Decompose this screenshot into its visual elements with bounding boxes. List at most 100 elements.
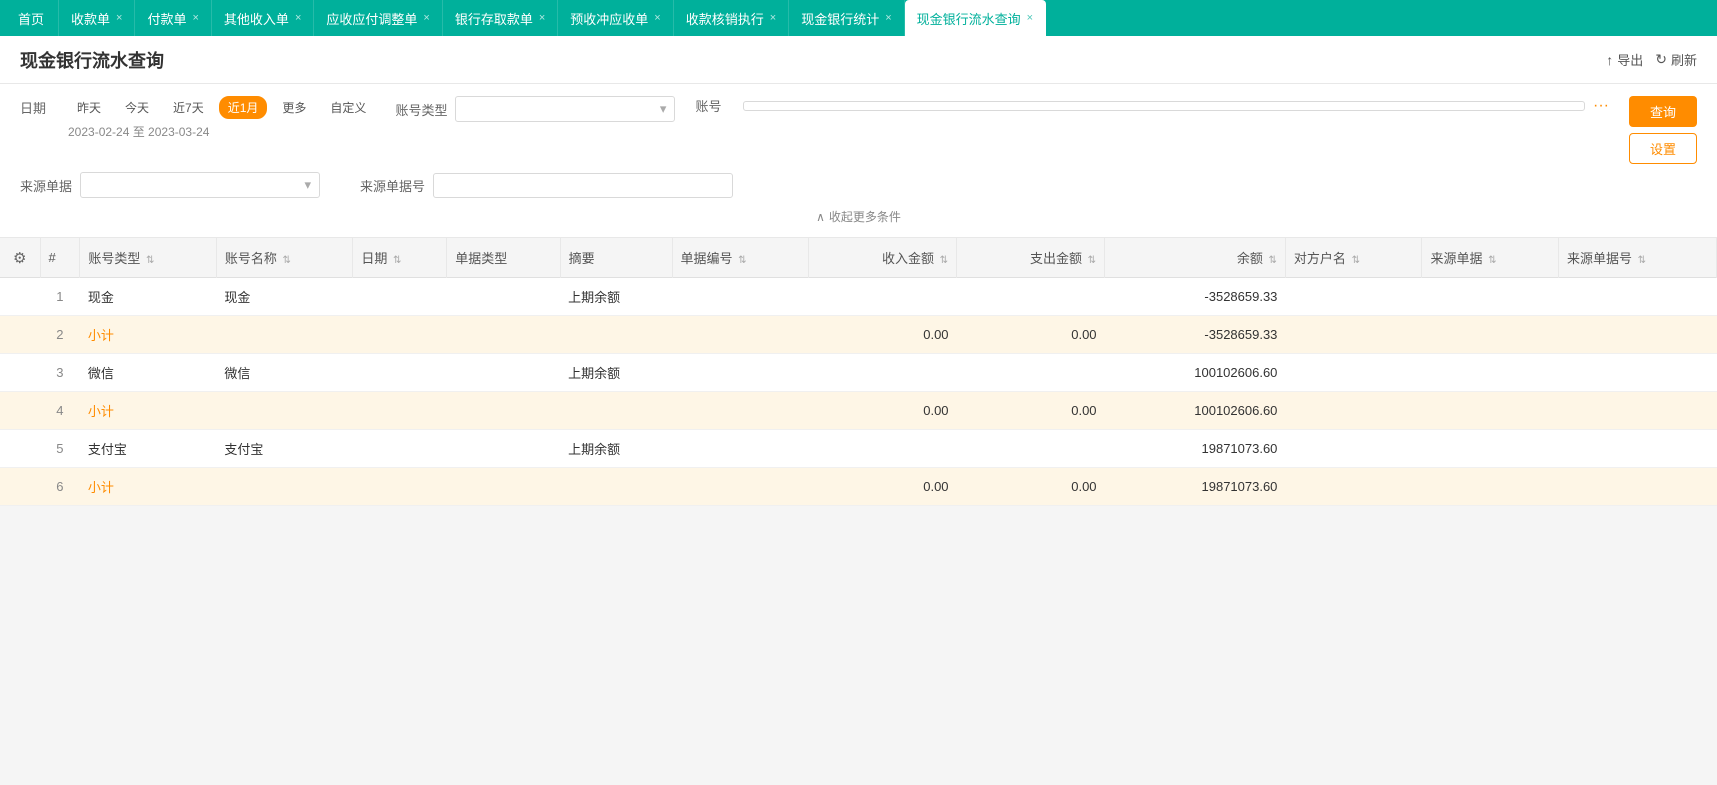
cell-income-0	[809, 278, 957, 316]
collapse-bar[interactable]: ∧ 收起更多条件	[20, 204, 1697, 229]
cell-doc-no-5	[672, 468, 809, 506]
nav-item-receipt[interactable]: 收款单 ×	[59, 0, 135, 36]
query-button[interactable]: 查询	[1629, 96, 1697, 127]
col-balance[interactable]: 余额 ⇅	[1105, 238, 1286, 278]
cell-gear-5	[0, 468, 40, 506]
col-doc-type: 单据类型	[447, 238, 560, 278]
cell-balance-4: 19871073.60	[1105, 430, 1286, 468]
close-icon-ar-ap-adjust[interactable]: ×	[423, 12, 429, 24]
cell-expense-3: 0.00	[957, 392, 1105, 430]
cell-counterparty-2	[1285, 354, 1422, 392]
col-account-name[interactable]: 账号名称 ⇅	[216, 238, 353, 278]
nav-item-collection[interactable]: 收款核销执行 ×	[674, 0, 789, 36]
table-row: 2 小计 0.00 0.00 -3528659.33	[0, 316, 1717, 354]
nav-item-ar-ap-adjust[interactable]: 应收应付调整单 ×	[314, 0, 442, 36]
account-select[interactable]	[743, 101, 1585, 111]
close-icon-receipt[interactable]: ×	[116, 12, 122, 24]
date-btn-1month[interactable]: 近1月	[219, 96, 268, 119]
cell-account-type-5: 小计	[80, 468, 217, 506]
sort-icon-expense: ⇅	[1088, 255, 1096, 266]
sort-icon-account-type: ⇅	[146, 255, 154, 266]
table-body: 1 现金 现金 上期余额 -3528659.33 2 小计 0.00 0.00 …	[0, 278, 1717, 506]
date-filter-label: 日期	[20, 98, 60, 117]
col-summary: 摘要	[560, 238, 672, 278]
nav-item-bank-deposit[interactable]: 银行存取款单 ×	[443, 0, 558, 36]
nav-item-prepayment[interactable]: 预收冲应收单 ×	[558, 0, 673, 36]
cell-index-4: 5	[40, 430, 80, 468]
col-source-doc-no-label: 来源单据号	[1567, 251, 1632, 266]
page-title: 现金银行流水查询	[20, 47, 164, 73]
source-doc-no-label: 来源单据号	[360, 176, 425, 195]
cell-summary-1	[560, 316, 672, 354]
collapse-label: 收起更多条件	[829, 208, 901, 225]
export-button[interactable]: ↑ 导出	[1606, 50, 1643, 69]
cell-counterparty-4	[1285, 430, 1422, 468]
nav-item-cash-flow[interactable]: 现金银行流水查询 ×	[905, 0, 1046, 36]
cell-doc-no-4	[672, 430, 809, 468]
sort-icon-balance: ⇅	[1269, 255, 1277, 266]
col-counterparty-label: 对方户名	[1294, 251, 1346, 266]
date-btn-custom[interactable]: 自定义	[321, 96, 375, 119]
col-expense-label: 支出金额	[1030, 251, 1082, 266]
cell-summary-4: 上期余额	[560, 430, 672, 468]
table-container: ⚙ # 账号类型 ⇅ 账号名称 ⇅ 日期 ⇅ 单据类型	[0, 238, 1717, 506]
col-date[interactable]: 日期 ⇅	[353, 238, 447, 278]
refresh-button[interactable]: ↻ 刷新	[1655, 50, 1697, 69]
col-source-doc-no[interactable]: 来源单据号 ⇅	[1558, 238, 1716, 278]
source-doc-no-input[interactable]	[433, 173, 733, 198]
nav-item-payment[interactable]: 付款单 ×	[135, 0, 211, 36]
close-icon-prepayment[interactable]: ×	[654, 12, 660, 24]
col-expense[interactable]: 支出金额 ⇅	[957, 238, 1105, 278]
col-gear[interactable]: ⚙	[0, 238, 40, 278]
col-income[interactable]: 收入金额 ⇅	[809, 238, 957, 278]
gear-icon[interactable]: ⚙	[13, 250, 26, 267]
cell-counterparty-3	[1285, 392, 1422, 430]
table-header-row: ⚙ # 账号类型 ⇅ 账号名称 ⇅ 日期 ⇅ 单据类型	[0, 238, 1717, 278]
cell-balance-0: -3528659.33	[1105, 278, 1286, 316]
close-icon-other-income[interactable]: ×	[295, 12, 301, 24]
cell-doc-type-5	[447, 468, 560, 506]
col-doc-no[interactable]: 单据编号 ⇅	[672, 238, 809, 278]
cell-source-doc-no-1	[1558, 316, 1716, 354]
col-date-label: 日期	[361, 251, 387, 266]
date-btn-today[interactable]: 今天	[116, 96, 158, 119]
table-row: 3 微信 微信 上期余额 100102606.60	[0, 354, 1717, 392]
source-doc-select[interactable]: ▾	[80, 172, 320, 198]
close-icon-payment[interactable]: ×	[192, 12, 198, 24]
close-icon-collection[interactable]: ×	[770, 12, 776, 24]
cell-income-2	[809, 354, 957, 392]
header-actions: ↑ 导出 ↻ 刷新	[1606, 50, 1697, 69]
cell-date-0	[353, 278, 447, 316]
export-icon: ↑	[1606, 52, 1613, 68]
col-counterparty[interactable]: 对方户名 ⇅	[1285, 238, 1422, 278]
nav-item-cash-stat[interactable]: 现金银行统计 ×	[789, 0, 904, 36]
action-buttons: 查询 设置	[1629, 96, 1697, 164]
sort-icon-source-doc: ⇅	[1488, 255, 1496, 266]
cell-expense-1: 0.00	[957, 316, 1105, 354]
cell-doc-no-3	[672, 392, 809, 430]
cell-source-doc-3	[1422, 392, 1559, 430]
date-btn-more[interactable]: 更多	[273, 96, 315, 119]
date-btn-7days[interactable]: 近7天	[164, 96, 213, 119]
col-source-doc[interactable]: 来源单据 ⇅	[1422, 238, 1559, 278]
date-options: 昨天 今天 近7天 近1月 更多 自定义	[68, 96, 375, 119]
cell-doc-no-1	[672, 316, 809, 354]
close-icon-cash-flow[interactable]: ×	[1027, 12, 1033, 24]
setting-button[interactable]: 设置	[1629, 133, 1697, 164]
col-account-type[interactable]: 账号类型 ⇅	[80, 238, 217, 278]
cell-income-4	[809, 430, 957, 468]
account-more-icon[interactable]: ···	[1593, 97, 1609, 115]
cell-counterparty-5	[1285, 468, 1422, 506]
account-type-label: 账号类型	[395, 100, 447, 119]
date-btn-yesterday[interactable]: 昨天	[68, 96, 110, 119]
cell-expense-4	[957, 430, 1105, 468]
nav-item-other-income[interactable]: 其他收入单 ×	[212, 0, 314, 36]
nav-item-home[interactable]: 首页	[4, 0, 59, 36]
close-icon-bank-deposit[interactable]: ×	[539, 12, 545, 24]
account-type-select[interactable]: ▾	[455, 96, 675, 122]
close-icon-cash-stat[interactable]: ×	[885, 12, 891, 24]
col-account-name-label: 账号名称	[225, 251, 277, 266]
table-row: 1 现金 现金 上期余额 -3528659.33	[0, 278, 1717, 316]
cell-source-doc-no-4	[1558, 430, 1716, 468]
cell-doc-type-2	[447, 354, 560, 392]
